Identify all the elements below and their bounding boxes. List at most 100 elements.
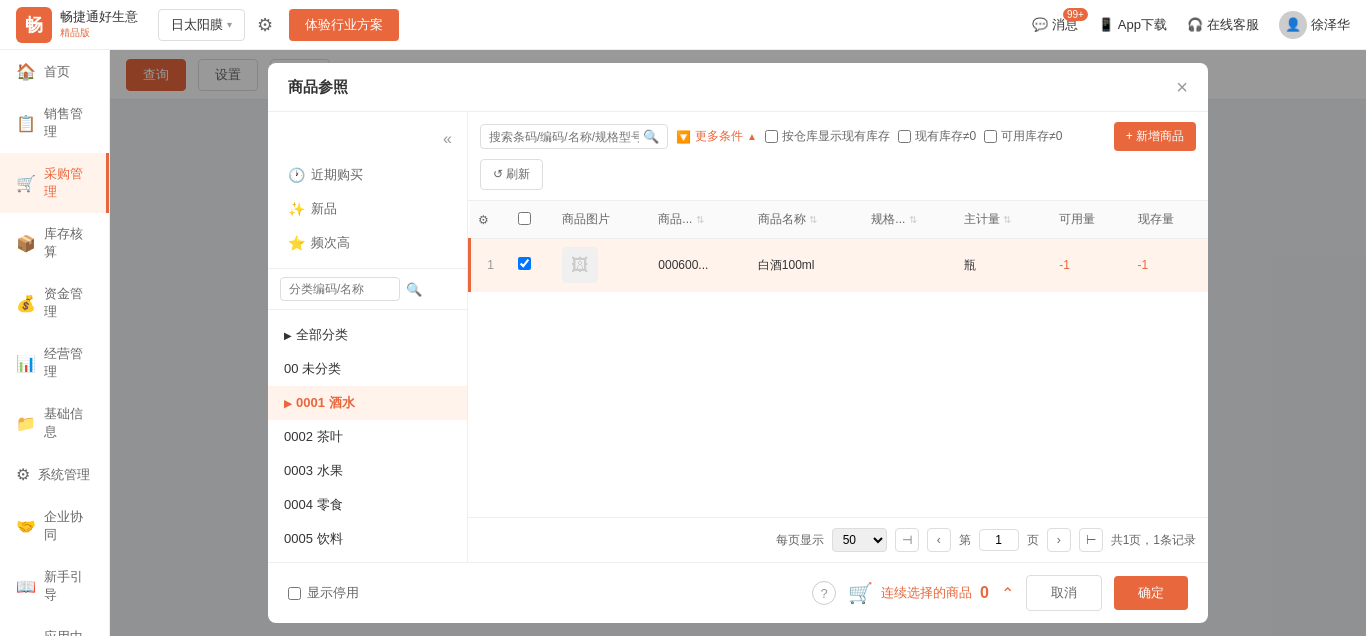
cat-all[interactable]: ▶ 全部分类	[268, 318, 467, 352]
last-page-button[interactable]: ⊢	[1079, 528, 1103, 552]
cart-collapse-icon[interactable]: ⌃	[1001, 584, 1014, 603]
col-unit[interactable]: 主计量 ⇅	[956, 201, 1051, 239]
check-warehouse-input[interactable]	[765, 130, 778, 143]
col-name[interactable]: 商品名称 ⇅	[750, 201, 864, 239]
sidebar: 🏠 首页 📋 销售管理 🛒 采购管理 📦 库存核算 💰 资金管理 📊 经营管理 …	[0, 50, 110, 636]
sidebar-item-collab[interactable]: 🤝 企业协同	[0, 496, 109, 556]
collapse-panel-button[interactable]: «	[431, 122, 455, 156]
modal-body: « 🕐 近期购买 ✨ 新品 ⭐	[268, 112, 1208, 562]
page-total-info: 共1页，1条记录	[1111, 532, 1196, 549]
row-checkbox-cell[interactable]	[510, 239, 554, 292]
confirm-button[interactable]: 确定	[1114, 576, 1188, 610]
cta-button[interactable]: 体验行业方案	[289, 9, 399, 41]
select-all-checkbox[interactable]	[518, 212, 531, 225]
category-search-icon[interactable]: 🔍	[406, 282, 422, 297]
frequent-icon: ⭐	[288, 235, 305, 251]
product-table-wrap: ⚙ 商品图片 商品... ⇅	[468, 201, 1208, 517]
modal-right-panel: 🔍 🔽 更多条件 ▲ 按仓库显示现有库存	[468, 112, 1208, 562]
product-table: ⚙ 商品图片 商品... ⇅	[468, 201, 1208, 292]
sidebar-item-guide[interactable]: 📖 新手引导	[0, 556, 109, 616]
gear-icon[interactable]: ⚙	[257, 14, 273, 36]
per-page-select[interactable]: 50 10 20 100	[832, 528, 887, 552]
modal-toolbar: 🔍 🔽 更多条件 ▲ 按仓库显示现有库存	[468, 112, 1208, 201]
purchase-icon: 🛒	[16, 174, 36, 193]
sidebar-item-business[interactable]: 📊 经营管理	[0, 333, 109, 393]
logo-name: 畅捷通好生意	[60, 9, 138, 26]
message-icon: 💬	[1032, 17, 1048, 32]
filter-arrow-icon: ▲	[747, 131, 757, 142]
sidebar-item-finance[interactable]: 💰 资金管理	[0, 273, 109, 333]
product-search-box[interactable]: 🔍	[480, 124, 668, 149]
next-page-button[interactable]: ›	[1047, 528, 1071, 552]
sidebar-item-home[interactable]: 🏠 首页	[0, 50, 109, 93]
row-name: 白酒100ml	[750, 239, 864, 292]
cat-0001[interactable]: ▶ 0001 酒水	[268, 386, 467, 420]
sidebar-item-sales[interactable]: 📋 销售管理	[0, 93, 109, 153]
sidebar-item-purchase[interactable]: 🛒 采购管理	[0, 153, 109, 213]
sidebar-item-inventory[interactable]: 📦 库存核算	[0, 213, 109, 273]
nav-right: 💬 消息 99+ 📱 App下载 🎧 在线客服 👤 徐泽华	[1032, 11, 1350, 39]
cat-arrow-icon: ▶	[284, 330, 292, 341]
quick-link-new[interactable]: ✨ 新品	[280, 194, 455, 224]
table-row[interactable]: 1 🖼 000600... 白酒100ml	[470, 239, 1209, 292]
check-available[interactable]: 可用库存≠0	[984, 128, 1062, 145]
clock-icon: 🕐	[288, 167, 305, 183]
refresh-product-button[interactable]: ↺ 刷新	[480, 159, 543, 190]
add-product-button[interactable]: + 新增商品	[1114, 122, 1196, 151]
modal-left-panel: « 🕐 近期购买 ✨ 新品 ⭐	[268, 112, 468, 562]
col-code[interactable]: 商品... ⇅	[650, 201, 750, 239]
avatar: 👤	[1279, 11, 1307, 39]
check-available-input[interactable]	[984, 130, 997, 143]
sort-name-icon: ⇅	[809, 214, 817, 225]
store-selector[interactable]: 日太阳膜 ▾	[158, 9, 245, 41]
prev-page-button[interactable]: ‹	[927, 528, 951, 552]
check-existing[interactable]: 现有库存≠0	[898, 128, 976, 145]
app-download-btn[interactable]: 📱 App下载	[1098, 16, 1167, 34]
modal-close-button[interactable]: ×	[1176, 77, 1188, 97]
chevron-down-icon: ▾	[227, 19, 232, 30]
col-image: 商品图片	[554, 201, 650, 239]
user-menu[interactable]: 👤 徐泽华	[1279, 11, 1350, 39]
pagination: 每页显示 50 10 20 100 ⊣ ‹ 第 页	[468, 517, 1208, 562]
quick-link-recent-label: 近期购买	[311, 166, 363, 184]
sidebar-label-home: 首页	[44, 63, 70, 81]
sales-icon: 📋	[16, 114, 36, 133]
content-area: 查询 设置 刷新 商品参照 × «	[110, 50, 1366, 636]
row-available: -1	[1051, 239, 1129, 292]
row-checkbox[interactable]	[518, 257, 531, 270]
category-search-input[interactable]	[280, 277, 400, 301]
cat-0002[interactable]: 0002 茶叶	[268, 420, 467, 454]
show-disabled-checkbox[interactable]: 显示停用	[288, 584, 359, 602]
top-nav: 畅 畅捷通好生意 精品版 日太阳膜 ▾ ⚙ 体验行业方案 💬 消息 99+ 📱 …	[0, 0, 1366, 50]
check-existing-input[interactable]	[898, 130, 911, 143]
page-number-input[interactable]	[979, 529, 1019, 551]
help-icon[interactable]: ?	[812, 581, 836, 605]
cat-0004[interactable]: 0004 零食	[268, 488, 467, 522]
logo-area: 畅 畅捷通好生意 精品版	[16, 7, 138, 43]
product-search-input[interactable]	[489, 130, 639, 144]
first-page-button[interactable]: ⊣	[895, 528, 919, 552]
sidebar-item-basics[interactable]: 📁 基础信息	[0, 393, 109, 453]
filter-button[interactable]: 🔽 更多条件 ▲	[676, 128, 757, 145]
notifications-btn[interactable]: 💬 消息 99+	[1032, 16, 1078, 34]
cancel-button[interactable]: 取消	[1026, 575, 1102, 611]
show-disabled-input[interactable]	[288, 587, 301, 600]
cart-icon: 🛒	[848, 581, 873, 605]
cat-0005[interactable]: 0005 饮料	[268, 522, 467, 556]
guide-icon: 📖	[16, 577, 36, 596]
sidebar-item-apps[interactable]: 📱 应用中心	[0, 616, 109, 636]
cat-0003[interactable]: 0003 水果	[268, 454, 467, 488]
cat-00[interactable]: 00 未分类	[268, 352, 467, 386]
sidebar-item-system[interactable]: ⚙ 系统管理	[0, 453, 109, 496]
quick-link-recent[interactable]: 🕐 近期购买	[280, 160, 455, 190]
star-new-icon: ✨	[288, 201, 305, 217]
show-disabled-label: 显示停用	[307, 584, 359, 602]
search-icon: 🔍	[643, 129, 659, 144]
col-settings[interactable]: ⚙	[470, 201, 511, 239]
online-service-btn[interactable]: 🎧 在线客服	[1187, 16, 1259, 34]
sidebar-label-finance: 资金管理	[44, 285, 93, 321]
col-spec[interactable]: 规格... ⇅	[863, 201, 955, 239]
product-thumbnail: 🖼	[562, 247, 598, 283]
check-warehouse[interactable]: 按仓库显示现有库存	[765, 128, 890, 145]
quick-link-frequent[interactable]: ⭐ 频次高	[280, 228, 455, 258]
